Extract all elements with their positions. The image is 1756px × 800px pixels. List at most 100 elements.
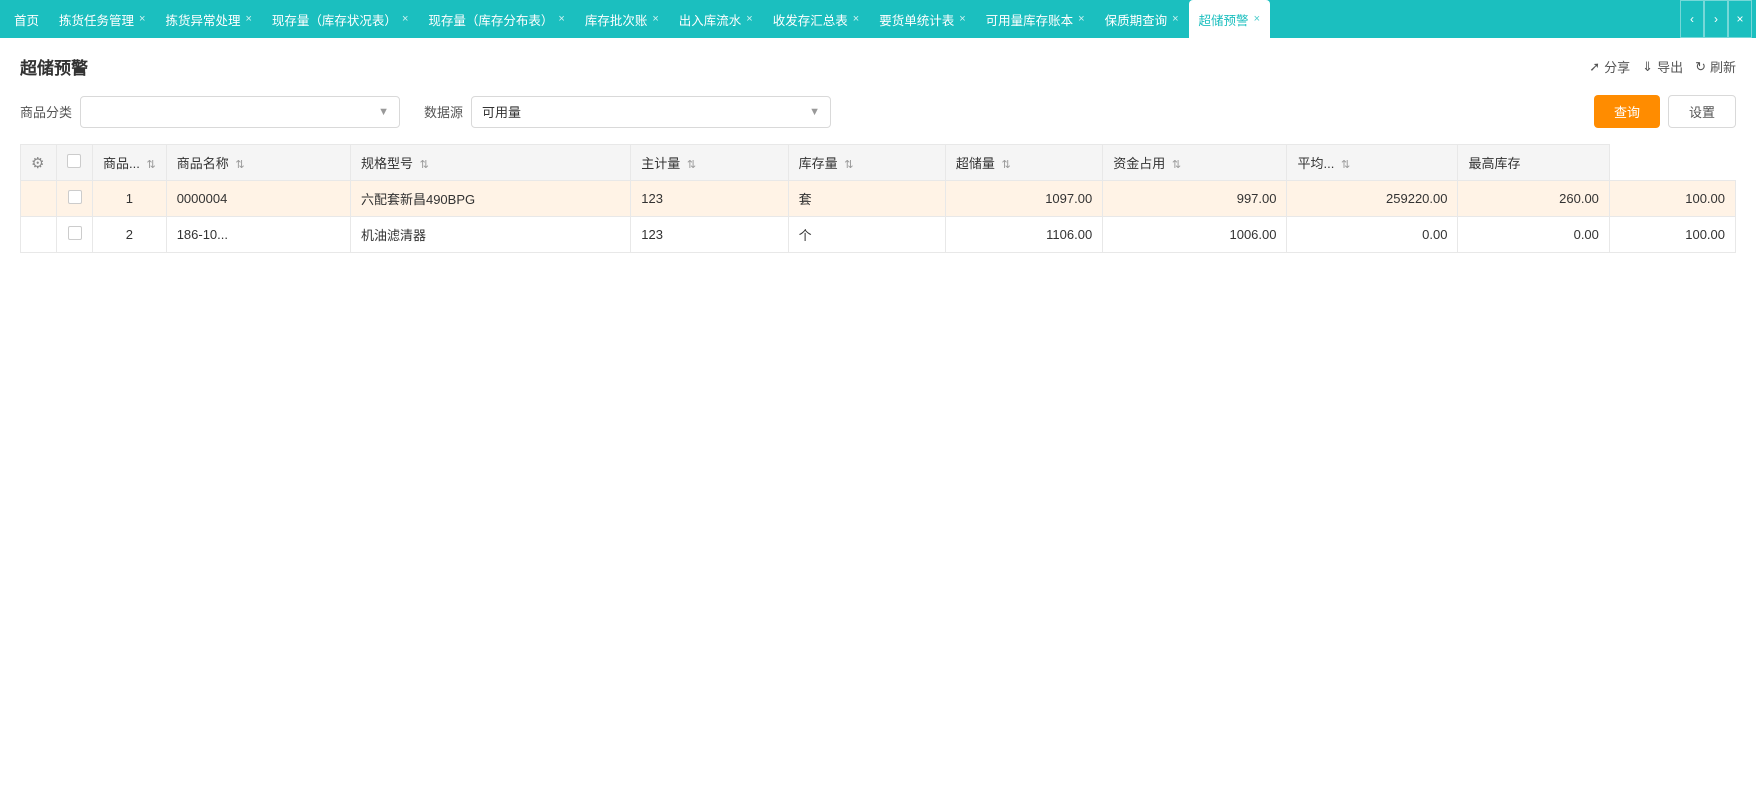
nav-item-0[interactable]: 首页 bbox=[4, 0, 49, 38]
nav-close-icon-9[interactable]: × bbox=[1078, 13, 1084, 25]
table-row: 10000004六配套新昌490BPG123套1097.00997.002592… bbox=[21, 181, 1736, 217]
settings-button[interactable]: 设置 bbox=[1668, 95, 1736, 128]
datasource-select[interactable]: 可用量 ▼ bbox=[471, 96, 831, 128]
header-checkbox[interactable] bbox=[67, 154, 81, 168]
th-spec-label: 规格型号 bbox=[361, 156, 413, 171]
data-table: ⚙ 商品... ⇅ 商品名称 ⇅ 规格型号 ⇅ 主计量 bbox=[20, 144, 1736, 253]
th-capital[interactable]: 资金占用 ⇅ bbox=[1103, 145, 1287, 181]
sort-icon-spec: ⇅ bbox=[420, 158, 429, 171]
share-label: 分享 bbox=[1604, 57, 1630, 76]
page-title: 超储预警 bbox=[20, 54, 88, 79]
th-product-name[interactable]: 商品名称 ⇅ bbox=[166, 145, 350, 181]
cell-avg: 0.00 bbox=[1458, 217, 1609, 253]
row-checkbox[interactable] bbox=[68, 226, 82, 240]
th-avg[interactable]: 平均... ⇅ bbox=[1287, 145, 1458, 181]
th-stock-label: 库存量 bbox=[799, 156, 838, 171]
export-label: 导出 bbox=[1657, 57, 1683, 76]
nav-close-icon-6[interactable]: × bbox=[746, 13, 752, 25]
nav-close-arrow[interactable]: × bbox=[1728, 0, 1752, 38]
category-filter-group: 商品分类 ▼ bbox=[20, 96, 400, 128]
datasource-filter-group: 数据源 可用量 ▼ bbox=[424, 96, 831, 128]
refresh-icon: ↻ bbox=[1695, 59, 1706, 75]
settings-gear-icon[interactable]: ⚙ bbox=[31, 155, 44, 172]
table-header-row: ⚙ 商品... ⇅ 商品名称 ⇅ 规格型号 ⇅ 主计量 bbox=[21, 145, 1736, 181]
row-settings-cell bbox=[21, 181, 57, 217]
nav-item-6[interactable]: 出入库流水 × bbox=[669, 0, 763, 38]
cell-over-stock: 1006.00 bbox=[1103, 217, 1287, 253]
cell-product-name: 六配套新昌490BPG bbox=[350, 181, 630, 217]
nav-close-icon-10[interactable]: × bbox=[1172, 13, 1178, 25]
nav-close-icon-1[interactable]: × bbox=[139, 13, 145, 25]
th-product-name-label: 商品名称 bbox=[177, 156, 229, 171]
cell-spec: 123 bbox=[631, 217, 788, 253]
nav-close-icon-5[interactable]: × bbox=[652, 13, 658, 25]
cell-capital: 259220.00 bbox=[1287, 181, 1458, 217]
th-unit[interactable]: 主计量 ⇅ bbox=[631, 145, 788, 181]
page-content: 超储预警 ➚ 分享 ⇓ 导出 ↻ 刷新 商品分类 ▼ 数据源 bbox=[0, 38, 1756, 269]
nav-close-icon-3[interactable]: × bbox=[402, 13, 408, 25]
th-max-stock-label: 最高库存 bbox=[1468, 156, 1520, 171]
header-actions: ➚ 分享 ⇓ 导出 ↻ 刷新 bbox=[1589, 57, 1736, 76]
sort-icon-unit: ⇅ bbox=[687, 158, 696, 171]
sort-icon-product-name: ⇅ bbox=[235, 158, 244, 171]
th-over-stock-label: 超储量 bbox=[956, 156, 995, 171]
row-checkbox-cell bbox=[57, 181, 93, 217]
nav-item-10[interactable]: 保质期查询 × bbox=[1095, 0, 1189, 38]
category-arrow-icon: ▼ bbox=[378, 106, 389, 118]
cell-max-stock: 100.00 bbox=[1609, 217, 1735, 253]
th-checkbox bbox=[57, 145, 93, 181]
cell-product-code: 186-10... bbox=[166, 217, 350, 253]
row-settings-cell bbox=[21, 217, 57, 253]
category-label: 商品分类 bbox=[20, 102, 72, 121]
nav-close-icon-4[interactable]: × bbox=[558, 13, 564, 25]
query-button[interactable]: 查询 bbox=[1594, 95, 1660, 128]
nav-close-icon-7[interactable]: × bbox=[853, 13, 859, 25]
row-checkbox[interactable] bbox=[68, 190, 82, 204]
cell-product-name: 机油滤清器 bbox=[350, 217, 630, 253]
cell-capital: 0.00 bbox=[1287, 217, 1458, 253]
datasource-label: 数据源 bbox=[424, 102, 463, 121]
nav-close-icon-11[interactable]: × bbox=[1254, 13, 1260, 25]
nav-item-11[interactable]: 超储预警 × bbox=[1189, 0, 1270, 38]
filter-row: 商品分类 ▼ 数据源 可用量 ▼ 查询 设置 bbox=[20, 95, 1736, 128]
nav-prev-arrow[interactable]: ‹ bbox=[1680, 0, 1704, 38]
cell-unit: 个 bbox=[788, 217, 945, 253]
refresh-button[interactable]: ↻ 刷新 bbox=[1695, 57, 1736, 76]
nav-item-1[interactable]: 拣货任务管理 × bbox=[49, 0, 155, 38]
page-header: 超储预警 ➚ 分享 ⇓ 导出 ↻ 刷新 bbox=[20, 54, 1736, 79]
th-unit-label: 主计量 bbox=[641, 156, 680, 171]
cell-unit: 套 bbox=[788, 181, 945, 217]
nav-item-5[interactable]: 库存批次账 × bbox=[575, 0, 669, 38]
sort-icon-capital: ⇅ bbox=[1172, 158, 1181, 171]
th-stock[interactable]: 库存量 ⇅ bbox=[788, 145, 945, 181]
nav-next-arrow[interactable]: › bbox=[1704, 0, 1728, 38]
nav-close-icon-2[interactable]: × bbox=[245, 13, 251, 25]
export-icon: ⇓ bbox=[1642, 59, 1653, 75]
row-checkbox-cell bbox=[57, 217, 93, 253]
nav-item-2[interactable]: 拣货异常处理 × bbox=[155, 0, 261, 38]
cell-product-code: 0000004 bbox=[166, 181, 350, 217]
sort-icon-over-stock: ⇅ bbox=[1002, 158, 1011, 171]
cell-stock: 1097.00 bbox=[945, 181, 1102, 217]
nav-close-icon-8[interactable]: × bbox=[959, 13, 965, 25]
share-button[interactable]: ➚ 分享 bbox=[1589, 57, 1630, 76]
nav-item-3[interactable]: 现存量（库存状况表） × bbox=[262, 0, 418, 38]
nav-item-8[interactable]: 要货单统计表 × bbox=[869, 0, 975, 38]
nav-item-7[interactable]: 收发存汇总表 × bbox=[763, 0, 869, 38]
nav-item-9[interactable]: 可用量库存账本 × bbox=[976, 0, 1095, 38]
cell-avg: 260.00 bbox=[1458, 181, 1609, 217]
th-spec[interactable]: 规格型号 ⇅ bbox=[350, 145, 630, 181]
nav-item-4[interactable]: 现存量（库存分布表） × bbox=[418, 0, 574, 38]
th-over-stock[interactable]: 超储量 ⇅ bbox=[945, 145, 1102, 181]
th-product-code-label: 商品... bbox=[103, 156, 140, 171]
cell-over-stock: 997.00 bbox=[1103, 181, 1287, 217]
datasource-arrow-icon: ▼ bbox=[809, 106, 820, 118]
category-select[interactable]: ▼ bbox=[80, 96, 400, 128]
sort-icon-avg: ⇅ bbox=[1341, 158, 1350, 171]
datasource-value: 可用量 bbox=[482, 102, 521, 121]
th-max-stock[interactable]: 最高库存 bbox=[1458, 145, 1609, 181]
th-product-code[interactable]: 商品... ⇅ bbox=[93, 145, 167, 181]
row-num: 1 bbox=[93, 181, 167, 217]
export-button[interactable]: ⇓ 导出 bbox=[1642, 57, 1683, 76]
sort-icon-product-code: ⇅ bbox=[146, 158, 155, 171]
